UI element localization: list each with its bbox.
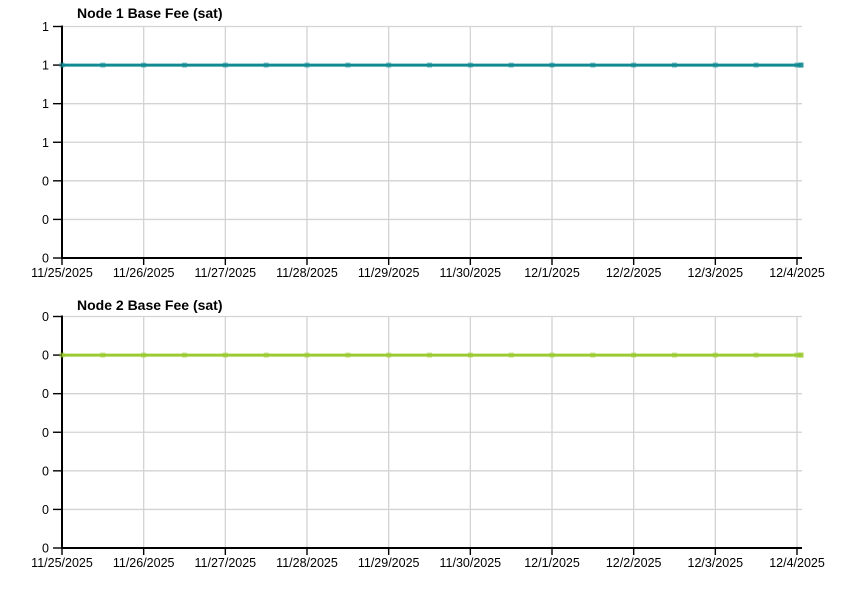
x-tick-label: 11/30/2025 bbox=[440, 556, 502, 570]
series-marker bbox=[304, 62, 310, 68]
y-tick-label: 1 bbox=[42, 59, 49, 73]
x-tick-label: 11/28/2025 bbox=[276, 556, 338, 570]
series-marker bbox=[263, 62, 269, 68]
y-tick-label: 0 bbox=[42, 387, 49, 401]
series-marker bbox=[182, 352, 187, 358]
series-marker bbox=[141, 352, 147, 358]
x-tick-label: 11/29/2025 bbox=[358, 556, 420, 570]
series-marker bbox=[59, 352, 65, 358]
series-marker bbox=[753, 352, 759, 358]
x-tick-label: 11/27/2025 bbox=[195, 266, 257, 280]
x-tick-label: 11/28/2025 bbox=[276, 266, 338, 280]
x-tick-label: 12/1/2025 bbox=[524, 266, 580, 280]
x-tick-label: 12/3/2025 bbox=[688, 556, 744, 570]
x-tick-label: 12/3/2025 bbox=[688, 266, 744, 280]
series-marker bbox=[798, 62, 804, 68]
series-marker bbox=[712, 352, 718, 358]
x-tick-label: 12/4/2025 bbox=[769, 266, 825, 280]
series-marker bbox=[753, 62, 759, 68]
series-marker bbox=[549, 352, 555, 358]
x-tick-label: 11/26/2025 bbox=[113, 556, 175, 570]
series-marker bbox=[427, 352, 432, 358]
x-tick-label: 11/25/2025 bbox=[31, 556, 93, 570]
series-marker bbox=[631, 352, 637, 358]
y-tick-label: 0 bbox=[42, 542, 49, 556]
series-marker bbox=[263, 352, 269, 358]
series-marker bbox=[590, 62, 596, 68]
series-marker bbox=[631, 62, 637, 68]
y-tick-label: 1 bbox=[42, 136, 49, 150]
series-marker bbox=[508, 352, 514, 358]
series-marker bbox=[100, 62, 106, 68]
series-marker bbox=[508, 62, 514, 68]
base-fee-dashboard: Node 1 Base Fee (sat) 1 1 1 1 0 0 0 11/25/2025 1… bbox=[0, 0, 860, 600]
series-marker bbox=[386, 352, 392, 358]
y-tick-label: 1 bbox=[42, 97, 49, 111]
y-tick-label: 0 bbox=[42, 174, 49, 188]
x-tick-label: 11/30/2025 bbox=[440, 266, 502, 280]
series-marker bbox=[798, 352, 804, 358]
x-tick-label: 11/25/2025 bbox=[31, 266, 93, 280]
series-marker bbox=[141, 62, 147, 68]
series-marker bbox=[345, 352, 351, 358]
series-marker bbox=[672, 352, 677, 358]
series-marker bbox=[712, 62, 718, 68]
series-marker bbox=[427, 62, 432, 68]
y-tick-label: 0 bbox=[42, 252, 49, 266]
series-marker bbox=[222, 352, 228, 358]
y-tick-label: 0 bbox=[42, 426, 49, 440]
x-tick-label: 12/4/2025 bbox=[769, 556, 825, 570]
series-marker bbox=[345, 62, 351, 68]
node1-base-fee-chart: 111100011/25/2025 11/26/2025 11/27/2025 11/… bbox=[31, 20, 825, 280]
series-marker bbox=[182, 62, 187, 68]
x-tick-label: 12/2/2025 bbox=[606, 266, 662, 280]
x-tick-label: 11/26/2025 bbox=[113, 266, 175, 280]
series-marker bbox=[304, 352, 310, 358]
series-marker bbox=[386, 62, 392, 68]
series-marker bbox=[467, 352, 473, 358]
y-tick-label: 1 bbox=[42, 20, 49, 34]
y-tick-label: 0 bbox=[42, 464, 49, 478]
series-marker bbox=[549, 62, 555, 68]
series-marker bbox=[100, 352, 106, 358]
x-tick-label: 12/1/2025 bbox=[524, 556, 580, 570]
node2-base-fee-chart: 000000011/25/2025 11/26/2025 11/27/2025 11/… bbox=[31, 310, 825, 570]
y-tick-label: 0 bbox=[42, 213, 49, 227]
series-marker bbox=[590, 352, 596, 358]
series-marker bbox=[59, 62, 65, 68]
series-marker bbox=[672, 62, 677, 68]
series-marker bbox=[467, 62, 473, 68]
x-tick-label: 11/29/2025 bbox=[358, 266, 420, 280]
series-marker bbox=[222, 62, 228, 68]
y-tick-label: 0 bbox=[42, 310, 49, 324]
x-tick-label: 11/27/2025 bbox=[195, 556, 257, 570]
y-tick-label: 0 bbox=[42, 349, 49, 363]
y-tick-label: 0 bbox=[42, 503, 49, 517]
x-tick-label: 12/2/2025 bbox=[606, 556, 662, 570]
